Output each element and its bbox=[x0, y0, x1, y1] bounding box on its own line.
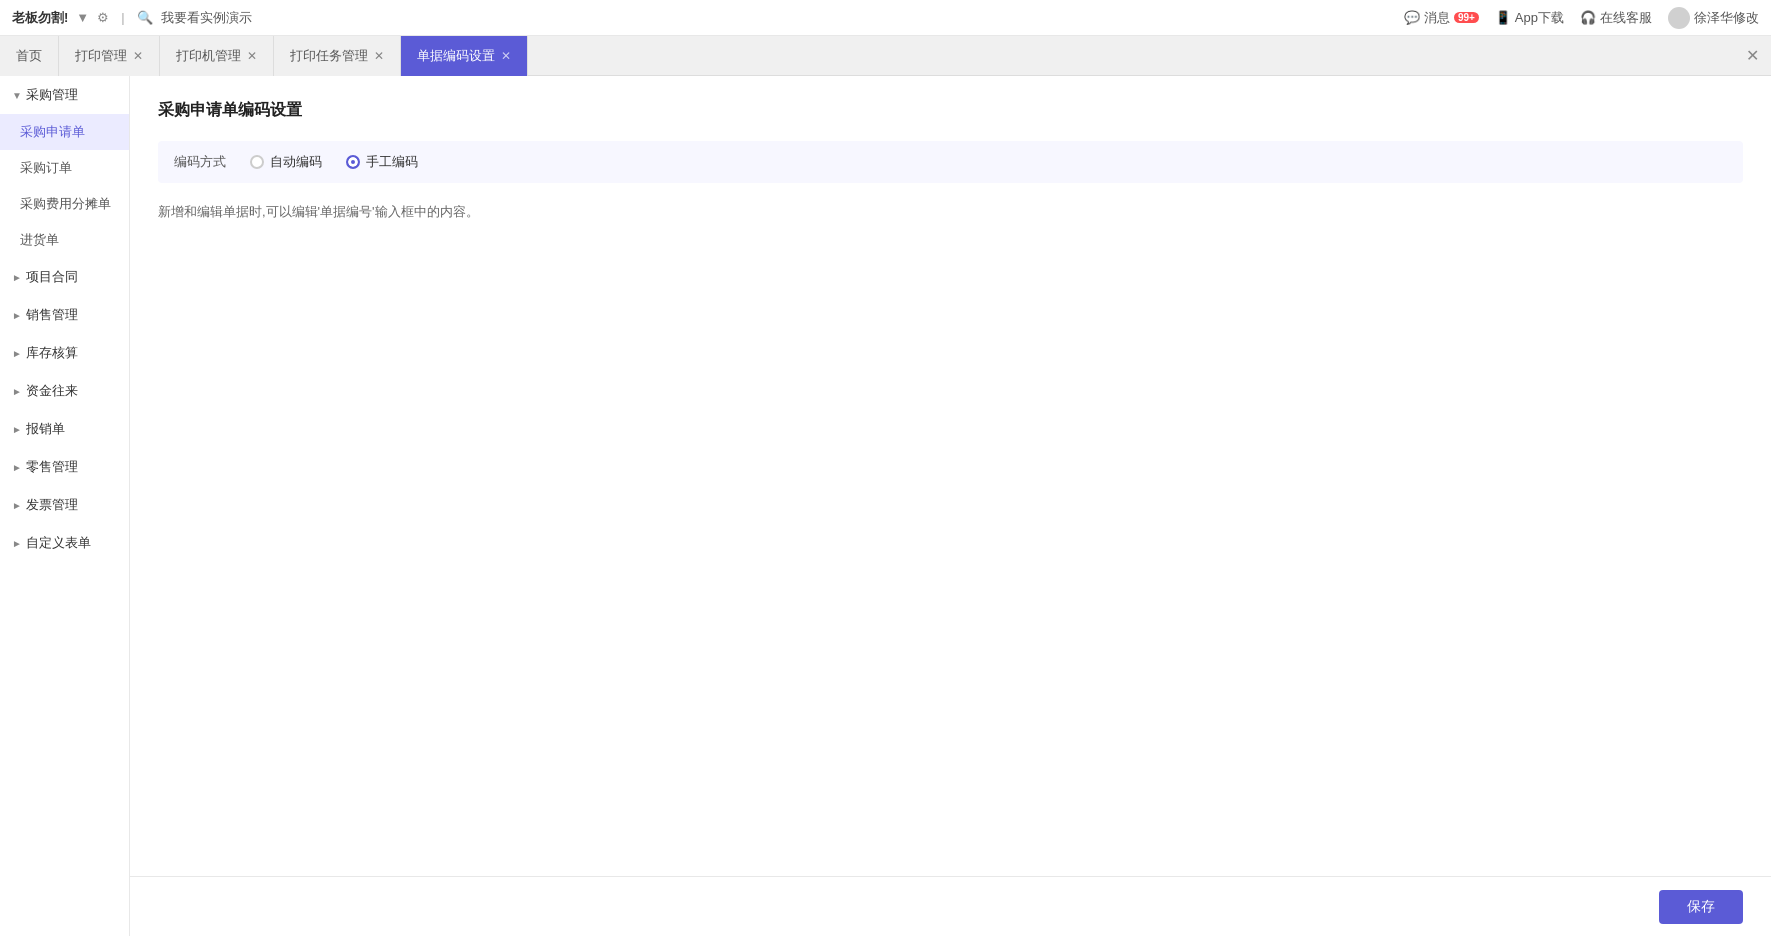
sidebar: ▼ 采购管理 采购申请单 采购订单 采购费用分摊单 进货单 ► 项目合同 ► 销… bbox=[0, 76, 130, 936]
tab-print-management-label: 打印管理 bbox=[75, 47, 127, 65]
sidebar-group-retail-management-label: 零售管理 bbox=[26, 458, 78, 476]
tab-printer-management[interactable]: 打印机管理 ✕ bbox=[160, 36, 274, 76]
demo-text[interactable]: 我要看实例演示 bbox=[161, 9, 252, 27]
radio-auto-encode-circle[interactable] bbox=[250, 155, 264, 169]
radio-manual-encode-label: 手工编码 bbox=[366, 153, 418, 171]
user-name: 徐泽华修改 bbox=[1694, 9, 1759, 27]
sidebar-item-purchase-receipt[interactable]: 进货单 bbox=[0, 222, 129, 258]
chevron-right-icon: ► bbox=[12, 538, 22, 549]
sidebar-group-inventory-title[interactable]: ► 库存核算 bbox=[0, 334, 129, 372]
top-bar-right: 💬 消息 99+ 📱 App下载 🎧 在线客服 徐泽华修改 bbox=[1404, 7, 1759, 29]
chevron-right-icon: ► bbox=[12, 348, 22, 359]
content-footer: 保存 bbox=[130, 876, 1771, 936]
sidebar-group-purchase-management: ▼ 采购管理 采购申请单 采购订单 采购费用分摊单 进货单 bbox=[0, 76, 129, 258]
headset-icon: 🎧 bbox=[1580, 10, 1596, 25]
sidebar-group-custom-forms-label: 自定义表单 bbox=[26, 534, 91, 552]
tab-print-task-management-label: 打印任务管理 bbox=[290, 47, 368, 65]
top-bar: 老板勿割! ▼ ⚙ | 🔍 我要看实例演示 💬 消息 99+ 📱 App下载 🎧… bbox=[0, 0, 1771, 36]
message-button[interactable]: 💬 消息 99+ bbox=[1404, 9, 1479, 27]
sidebar-group-custom-forms-title[interactable]: ► 自定义表单 bbox=[0, 524, 129, 562]
tab-printer-management-label: 打印机管理 bbox=[176, 47, 241, 65]
chevron-right-icon: ► bbox=[12, 272, 22, 283]
sidebar-group-funds-title[interactable]: ► 资金往来 bbox=[0, 372, 129, 410]
user-button[interactable]: 徐泽华修改 bbox=[1668, 7, 1759, 29]
tab-home[interactable]: 首页 bbox=[0, 36, 59, 76]
avatar bbox=[1668, 7, 1690, 29]
radio-manual-encode-circle[interactable] bbox=[346, 155, 360, 169]
chevron-right-icon: ► bbox=[12, 500, 22, 511]
sidebar-group-sales-management-title[interactable]: ► 销售管理 bbox=[0, 296, 129, 334]
sidebar-group-returns-label: 报销单 bbox=[26, 420, 65, 438]
sidebar-item-purchase-order[interactable]: 采购订单 bbox=[0, 150, 129, 186]
radio-auto-encode-label: 自动编码 bbox=[270, 153, 322, 171]
sidebar-group-project-contract-label: 项目合同 bbox=[26, 268, 78, 286]
app-logo: 老板勿割! bbox=[12, 9, 68, 27]
radio-auto-encode[interactable]: 自动编码 bbox=[250, 153, 322, 171]
sidebar-item-purchase-expense[interactable]: 采购费用分摊单 bbox=[0, 186, 129, 222]
settings-icon[interactable]: ⚙ bbox=[97, 10, 109, 25]
tab-print-management[interactable]: 打印管理 ✕ bbox=[59, 36, 160, 76]
sidebar-item-purchase-expense-label: 采购费用分摊单 bbox=[20, 196, 111, 211]
tab-single-code-setting-close[interactable]: ✕ bbox=[501, 49, 511, 63]
message-label: 消息 bbox=[1424, 9, 1450, 27]
online-service-label: 在线客服 bbox=[1600, 9, 1652, 27]
encode-mode-row: 编码方式 自动编码 手工编码 bbox=[158, 141, 1743, 183]
chevron-right-icon: ► bbox=[12, 310, 22, 321]
sidebar-item-purchase-order-label: 采购订单 bbox=[20, 160, 72, 175]
sidebar-group-project-contract-title[interactable]: ► 项目合同 bbox=[0, 258, 129, 296]
sidebar-group-sales-management-label: 销售管理 bbox=[26, 306, 78, 324]
tab-bar-close-all[interactable]: ✕ bbox=[1734, 46, 1771, 65]
sidebar-group-purchase-management-title[interactable]: ▼ 采购管理 bbox=[0, 76, 129, 114]
radio-manual-encode[interactable]: 手工编码 bbox=[346, 153, 418, 171]
tab-single-code-setting-label: 单据编码设置 bbox=[417, 47, 495, 65]
app-download-icon: 📱 bbox=[1495, 10, 1511, 25]
content-body: 采购申请单编码设置 编码方式 自动编码 手工编码 新增和编辑单据时,可以编辑'单… bbox=[130, 76, 1771, 876]
demo-icon: 🔍 bbox=[137, 10, 153, 25]
tab-printer-management-close[interactable]: ✕ bbox=[247, 49, 257, 63]
sidebar-group-purchase-management-label: 采购管理 bbox=[26, 86, 78, 104]
top-bar-left: 老板勿割! ▼ ⚙ | 🔍 我要看实例演示 bbox=[12, 9, 252, 27]
tab-home-label: 首页 bbox=[16, 47, 42, 65]
chevron-right-icon: ► bbox=[12, 386, 22, 397]
tab-bar: 首页 打印管理 ✕ 打印机管理 ✕ 打印任务管理 ✕ 单据编码设置 ✕ ✕ bbox=[0, 36, 1771, 76]
page-title: 采购申请单编码设置 bbox=[158, 100, 1743, 121]
chevron-right-icon: ► bbox=[12, 462, 22, 473]
online-service-button[interactable]: 🎧 在线客服 bbox=[1580, 9, 1652, 27]
sidebar-item-purchase-receipt-label: 进货单 bbox=[20, 232, 59, 247]
tab-single-code-setting[interactable]: 单据编码设置 ✕ bbox=[401, 36, 528, 76]
message-icon: 💬 bbox=[1404, 10, 1420, 25]
hint-text: 新增和编辑单据时,可以编辑'单据编号'输入框中的内容。 bbox=[158, 203, 1743, 221]
sidebar-group-inventory-label: 库存核算 bbox=[26, 344, 78, 362]
tab-print-management-close[interactable]: ✕ bbox=[133, 49, 143, 63]
app-download-label: App下载 bbox=[1515, 9, 1564, 27]
sidebar-group-retail-management-title[interactable]: ► 零售管理 bbox=[0, 448, 129, 486]
app-download-button[interactable]: 📱 App下载 bbox=[1495, 9, 1564, 27]
tab-print-task-management-close[interactable]: ✕ bbox=[374, 49, 384, 63]
sidebar-group-invoice-management-label: 发票管理 bbox=[26, 496, 78, 514]
sidebar-group-returns-title[interactable]: ► 报销单 bbox=[0, 410, 129, 448]
save-button[interactable]: 保存 bbox=[1659, 890, 1743, 924]
dropdown-icon[interactable]: ▼ bbox=[76, 10, 89, 25]
message-badge: 99+ bbox=[1454, 12, 1479, 23]
main-content: 采购申请单编码设置 编码方式 自动编码 手工编码 新增和编辑单据时,可以编辑'单… bbox=[130, 76, 1771, 936]
sidebar-group-funds-label: 资金往来 bbox=[26, 382, 78, 400]
sidebar-item-purchase-request-label: 采购申请单 bbox=[20, 124, 85, 139]
sidebar-group-invoice-management-title[interactable]: ► 发票管理 bbox=[0, 486, 129, 524]
sidebar-item-purchase-request[interactable]: 采购申请单 bbox=[0, 114, 129, 150]
tab-print-task-management[interactable]: 打印任务管理 ✕ bbox=[274, 36, 401, 76]
encode-label: 编码方式 bbox=[174, 153, 226, 171]
chevron-down-icon: ▼ bbox=[12, 90, 22, 101]
main-layout: ▼ 采购管理 采购申请单 采购订单 采购费用分摊单 进货单 ► 项目合同 ► 销… bbox=[0, 76, 1771, 936]
chevron-right-icon: ► bbox=[12, 424, 22, 435]
